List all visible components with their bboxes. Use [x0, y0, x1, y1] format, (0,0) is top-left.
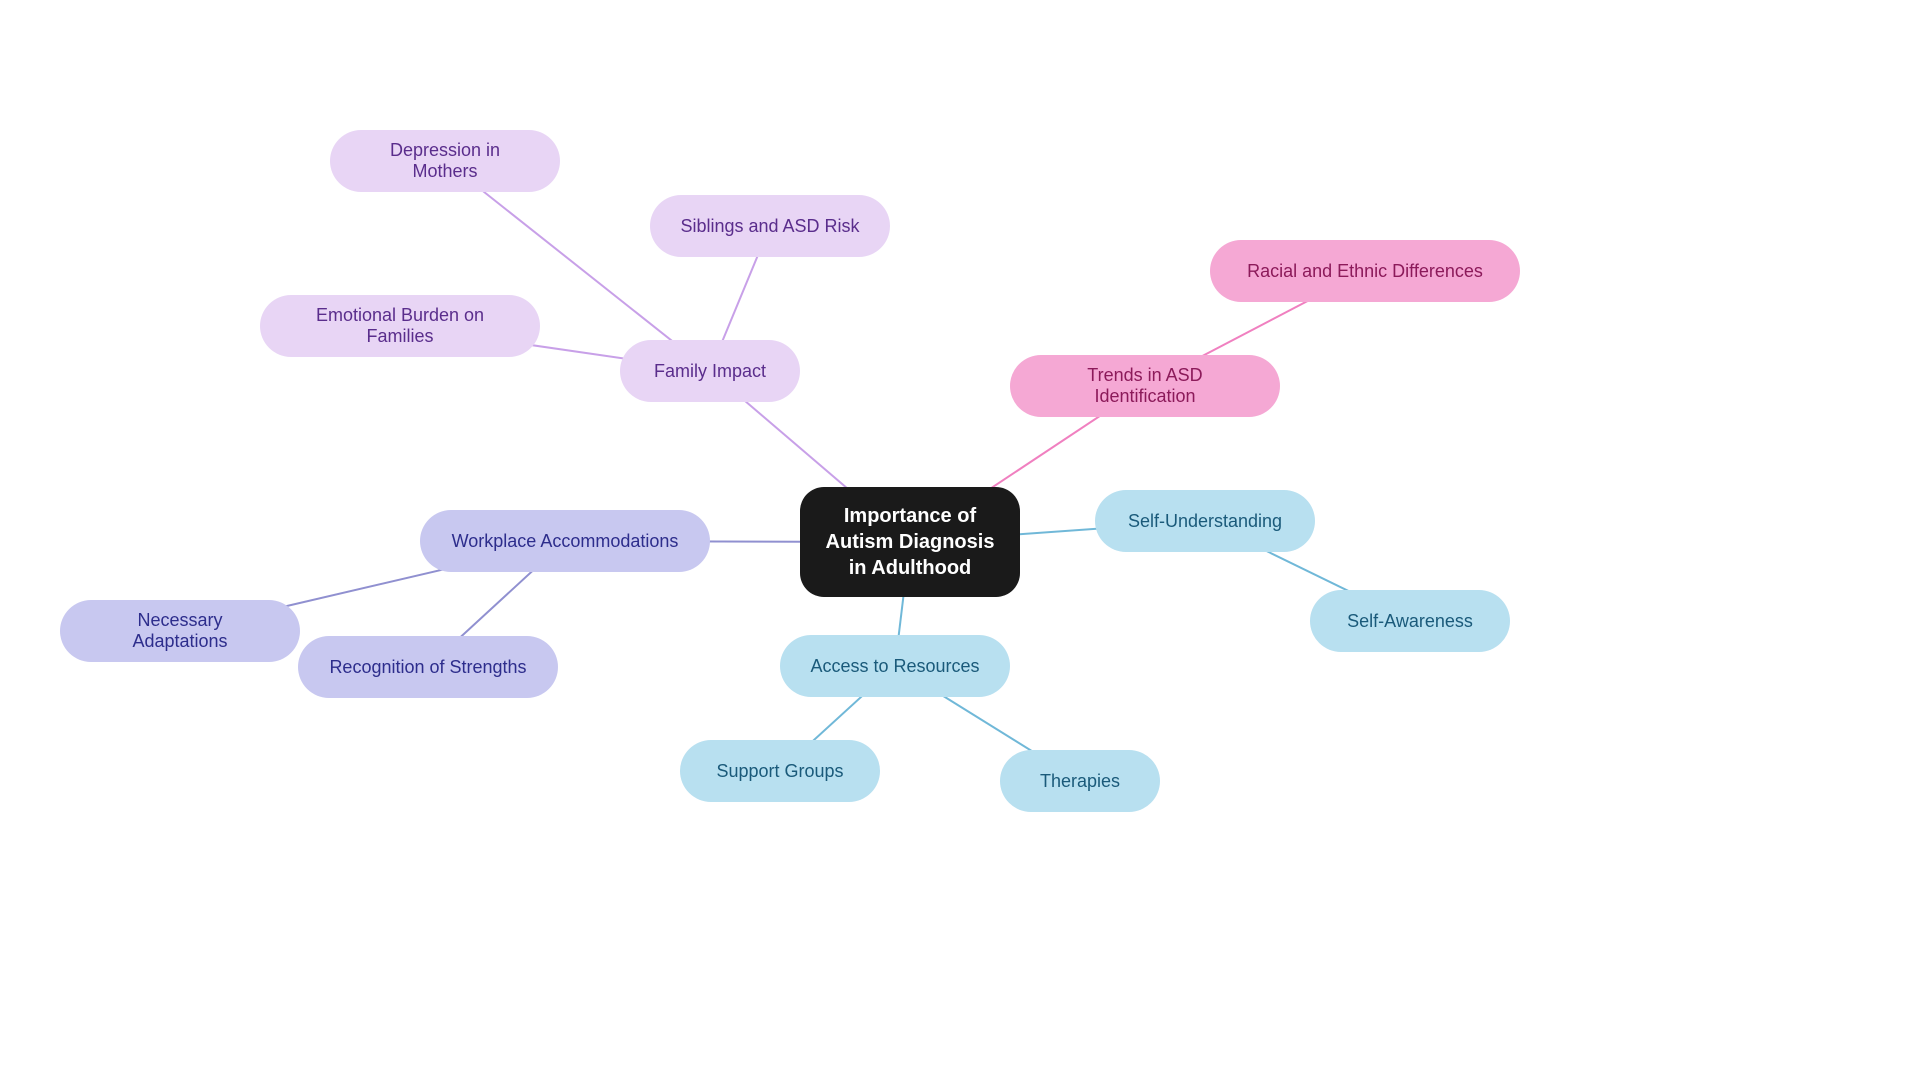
- node-siblings_asd[interactable]: Siblings and ASD Risk: [650, 195, 890, 257]
- node-trends_asd[interactable]: Trends in ASD Identification: [1010, 355, 1280, 417]
- node-depression_mothers[interactable]: Depression in Mothers: [330, 130, 560, 192]
- node-racial_ethnic[interactable]: Racial and Ethnic Differences: [1210, 240, 1520, 302]
- mind-map-container: Importance of Autism Diagnosis in Adulth…: [0, 0, 1920, 1083]
- node-workplace_accom[interactable]: Workplace Accommodations: [420, 510, 710, 572]
- node-necessary_adapt[interactable]: Necessary Adaptations: [60, 600, 300, 662]
- node-emotional_burden[interactable]: Emotional Burden on Families: [260, 295, 540, 357]
- node-center[interactable]: Importance of Autism Diagnosis in Adulth…: [800, 487, 1020, 597]
- node-self_awareness[interactable]: Self-Awareness: [1310, 590, 1510, 652]
- node-recognition_strengths[interactable]: Recognition of Strengths: [298, 636, 558, 698]
- node-support_groups[interactable]: Support Groups: [680, 740, 880, 802]
- node-self_understanding[interactable]: Self-Understanding: [1095, 490, 1315, 552]
- node-therapies[interactable]: Therapies: [1000, 750, 1160, 812]
- node-access_resources[interactable]: Access to Resources: [780, 635, 1010, 697]
- node-family_impact[interactable]: Family Impact: [620, 340, 800, 402]
